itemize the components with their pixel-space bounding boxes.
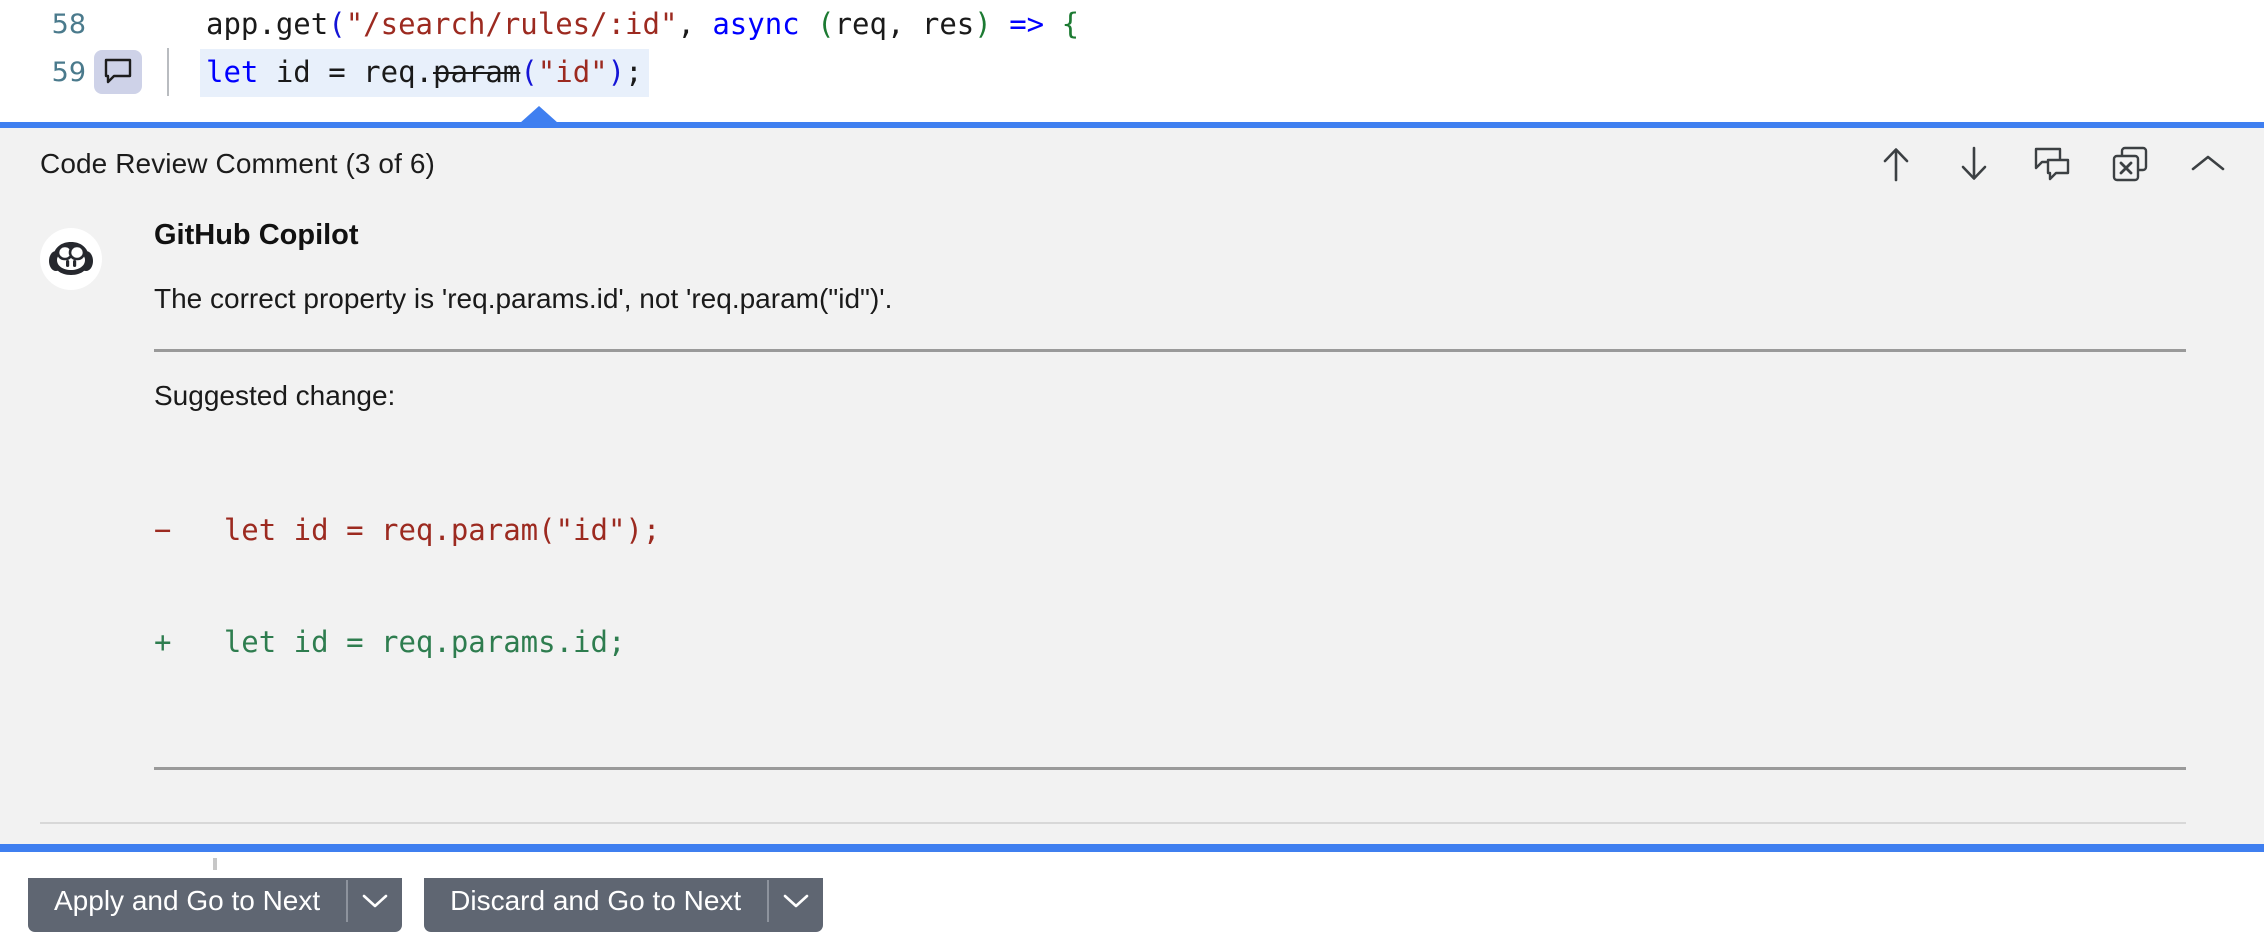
- code-token-keyword: async: [712, 7, 799, 41]
- code-line-59[interactable]: 59 let id = req.param("id");: [0, 48, 2264, 96]
- panel-pointer-arrow: [520, 106, 558, 123]
- code-token: (: [328, 7, 345, 41]
- code-token: ,: [677, 7, 712, 41]
- code-review-comment-screen: 58 app.get("/search/rules/:id", async (r…: [0, 0, 2264, 886]
- reply-comment-button[interactable]: [2024, 138, 2080, 190]
- apply-and-go-to-next-label: Apply and Go to Next: [28, 870, 346, 932]
- discard-and-go-to-next-label: Discard and Go to Next: [424, 870, 767, 932]
- code-token: (: [520, 55, 537, 89]
- chevron-up-icon: [2189, 151, 2227, 177]
- editor-gutter: 58: [0, 9, 150, 40]
- code-token: [800, 7, 817, 41]
- code-token-string: "id": [538, 55, 608, 89]
- diff-line-removed: − let id = req.param("id");: [154, 512, 2224, 549]
- indent-guide-rail: [150, 48, 186, 96]
- text-caret: [213, 858, 217, 870]
- discard-and-go-to-next-button[interactable]: Discard and Go to Next: [424, 870, 823, 932]
- comment-main: GitHub Copilot The correct property is '…: [102, 218, 2224, 770]
- footer-divider: [40, 822, 2186, 824]
- code-token: [992, 7, 1009, 41]
- next-comment-button[interactable]: [1946, 138, 2002, 190]
- code-token: id = req.: [258, 55, 433, 89]
- code-token-strikethrough: param: [433, 55, 520, 89]
- code-token: app.get: [206, 7, 328, 41]
- code-editor: 58 app.get("/search/rules/:id", async (r…: [0, 0, 2264, 122]
- diff-added-text: let id = req.params.id;: [171, 625, 625, 659]
- code-token-keyword: let: [206, 55, 258, 89]
- code-token: ): [608, 55, 625, 89]
- indent-guide: [167, 48, 169, 96]
- collapse-panel-button[interactable]: [2180, 138, 2236, 190]
- comment-bubble-icon[interactable]: [94, 50, 142, 94]
- apply-and-go-to-next-button[interactable]: Apply and Go to Next: [28, 870, 402, 932]
- comment-divider: [154, 349, 2186, 352]
- code-token: [1044, 7, 1061, 41]
- arrow-down-icon: [1957, 145, 1991, 183]
- editor-gutter: 59: [0, 50, 150, 94]
- diff-added-marker: +: [154, 625, 171, 659]
- code-token-string: "/search/rules/:id": [346, 7, 678, 41]
- comment-row: GitHub Copilot The correct property is '…: [40, 200, 2224, 770]
- code-token: ): [974, 7, 991, 41]
- arrow-up-icon: [1879, 145, 1913, 183]
- panel-actions: Apply and Go to Next Discard and Go to N…: [0, 870, 2264, 932]
- panel-title: Code Review Comment (3 of 6): [40, 148, 435, 180]
- code-token: (: [817, 7, 834, 41]
- diff-removed-text: let id = req.param("id");: [171, 513, 660, 547]
- editor-below-panel: [0, 852, 2264, 878]
- panel-header: Code Review Comment (3 of 6): [0, 128, 2264, 200]
- code-token-arrow: =>: [1009, 7, 1044, 41]
- github-copilot-avatar-icon: [40, 228, 102, 290]
- code-line-58[interactable]: 58 app.get("/search/rules/:id", async (r…: [0, 0, 2264, 48]
- close-all-icon: [2111, 145, 2149, 183]
- code-token: ;: [625, 55, 642, 89]
- discard-dropdown-toggle[interactable]: [769, 870, 823, 932]
- suggestion-divider: [154, 767, 2186, 770]
- previous-comment-button[interactable]: [1868, 138, 1924, 190]
- code-token: {: [1062, 7, 1079, 41]
- diff-line-added: + let id = req.params.id;: [154, 624, 2224, 661]
- comment-reply-icon: [2032, 146, 2072, 182]
- comment-body: The correct property is 'req.params.id',…: [154, 281, 2224, 317]
- gutter-icon-slot: [86, 50, 150, 94]
- close-all-comments-button[interactable]: [2102, 138, 2158, 190]
- indent-guide-rail: [150, 0, 186, 48]
- code-token: req, res: [835, 7, 975, 41]
- suggested-change-diff: − let id = req.param("id"); + let id = r…: [154, 438, 2224, 735]
- commented-code-highlight: let id = req.param("id");: [200, 49, 649, 97]
- line-number: 59: [12, 57, 86, 88]
- footer-separator-wrap: [0, 822, 2264, 824]
- suggested-change-label: Suggested change:: [154, 380, 2224, 412]
- line-number: 58: [12, 9, 86, 40]
- comment-author: GitHub Copilot: [154, 218, 2224, 253]
- code-review-comment-panel: Code Review Comment (3 of 6): [0, 122, 2264, 852]
- diff-removed-marker: −: [154, 513, 171, 547]
- panel-body: GitHub Copilot The correct property is '…: [0, 200, 2264, 770]
- code-line-58-text: app.get("/search/rules/:id", async (req,…: [186, 7, 1079, 41]
- code-line-59-text: let id = req.param("id");: [186, 55, 649, 89]
- panel-header-actions: [1868, 138, 2236, 190]
- apply-dropdown-toggle[interactable]: [348, 870, 402, 932]
